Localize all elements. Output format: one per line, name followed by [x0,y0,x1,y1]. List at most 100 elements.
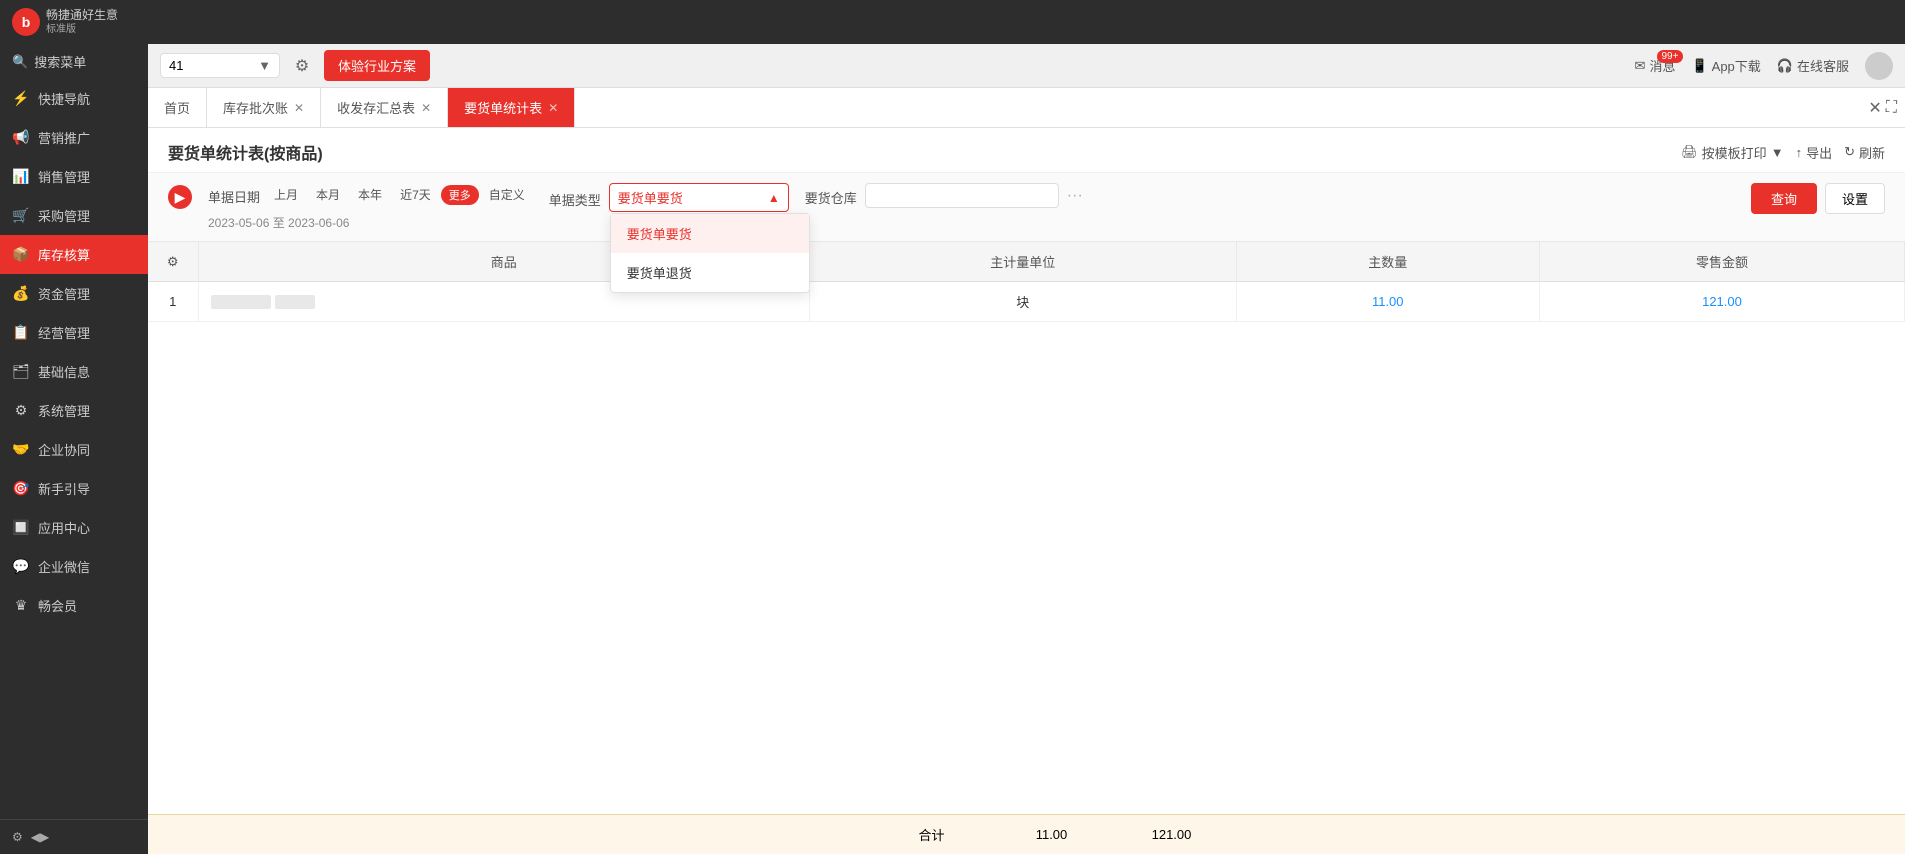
trial-button[interactable]: 体验行业方案 [324,50,430,81]
sidebar-item-label: 基础信息 [38,362,90,381]
user-avatar[interactable] [1865,52,1893,80]
online-service-label: 在线客服 [1797,56,1849,75]
sidebar-item-finance[interactable]: 💰 资金管理 [0,274,148,313]
store-selector[interactable]: 41 ▼ [160,53,280,78]
table-footer: 合计 11.00 121.00 [148,814,1905,854]
tab-expand-icon[interactable]: ⛶ [1886,99,1897,117]
search-icon: 🔍 [12,54,28,70]
sidebar-item-enterprise-coop[interactable]: 🤝 企业协同 [0,430,148,469]
col-amount-header: 零售金额 [1539,242,1904,282]
sidebar-item-label: 经营管理 [38,323,90,342]
type-dropdown: 要货单要货 要货单退货 [610,213,810,293]
cell-quantity: 11.00 [1236,282,1539,322]
sidebar-search[interactable]: 🔍 搜索菜单 [0,44,148,79]
tab-close-receive-summary[interactable]: ✕ [421,101,431,115]
sidebar-item-operations[interactable]: 📋 经营管理 [0,313,148,352]
title-actions: 🖨 按模板打印 ▼ ↑ 导出 ↻ 刷新 [1681,143,1885,162]
sidebar-item-vip[interactable]: ♛ 畅会员 [0,586,148,625]
dropdown-item-return[interactable]: 要货单退货 [611,253,809,292]
sidebar-item-quick-nav[interactable]: ⚡ 快捷导航 [0,79,148,118]
sidebar-footer: ⚙ ◀▶ [0,819,148,854]
print-template-btn[interactable]: 🖨 按模板打印 ▼ [1681,143,1783,162]
collapse-icon[interactable]: ◀▶ [31,830,49,844]
sidebar-item-purchase[interactable]: 🛒 采购管理 [0,196,148,235]
marketing-icon: 📢 [12,129,30,147]
system-icon: ⚙ [12,402,30,420]
query-button[interactable]: 查询 [1751,183,1817,214]
data-table: ⚙ 商品 主计量单位 主数量 零售金额 1 [148,242,1905,322]
sidebar-item-marketing[interactable]: 📢 营销推广 [0,118,148,157]
custom-date-btn[interactable]: 自定义 [481,183,533,206]
sales-icon: 📊 [12,168,30,186]
tabs-right: ✕ ⛶ [1868,98,1905,118]
refresh-btn[interactable]: ↻ 刷新 [1844,143,1885,162]
dropdown-item-requisition[interactable]: 要货单要货 [611,214,809,253]
sidebar-item-basic-info[interactable]: 🗂 基础信息 [0,352,148,391]
tab-requisition-stats[interactable]: 要货单统计表 ✕ [448,88,575,127]
export-btn[interactable]: ↑ 导出 [1796,143,1833,162]
settings-button[interactable]: 设置 [1825,183,1885,214]
tab-inventory-batch[interactable]: 库存批次账 ✕ [207,88,321,127]
inventory-icon: 📦 [12,246,30,264]
second-header: 41 ▼ ⚙ 体验行业方案 ✉ 消息 99+ 📱 App下载 🎧 在线客服 [148,44,1905,88]
enterprise-coop-icon: 🤝 [12,441,30,459]
total-label: 合计 [918,828,944,843]
last-month-btn[interactable]: 上月 [266,183,306,206]
tab-close-requisition-stats[interactable]: ✕ [548,101,558,115]
sidebar-item-label: 资金管理 [38,284,90,303]
basic-info-icon: 🗂 [12,363,30,381]
filter-action-btns: 查询 设置 [1751,183,1885,214]
messages-btn[interactable]: ✉ 消息 99+ [1635,56,1676,75]
product-placeholder-1 [211,295,271,309]
type-filter-group: 单据类型 要货单要货 ▲ 要货单要货 要货单退货 [549,183,789,212]
sidebar-item-new-guide[interactable]: 🎯 新手引导 [0,469,148,508]
sidebar-item-label: 营销推广 [38,128,90,147]
warehouse-filter-group: 要货仓库 ··· [805,183,1083,208]
footer-quantity: 11.00 [992,827,1112,842]
sidebar: 🔍 搜索菜单 ⚡ 快捷导航 📢 营销推广 📊 销售管理 🛒 采购管理 📦 库存核… [0,44,148,854]
sidebar-item-inventory[interactable]: 📦 库存核算 [0,235,148,274]
sidebar-item-enterprise-wechat[interactable]: 💬 企业微信 [0,547,148,586]
quantity-link[interactable]: 11.00 [1372,294,1404,309]
main-layout: 🔍 搜索菜单 ⚡ 快捷导航 📢 营销推广 📊 销售管理 🛒 采购管理 📦 库存核… [0,44,1905,854]
tabs-bar: 首页 库存批次账 ✕ 收发存汇总表 ✕ 要货单统计表 ✕ ✕ ⛶ [148,88,1905,128]
settings-icon[interactable]: ⚙ [12,830,23,844]
page-title: 要货单统计表(按商品) [168,140,323,164]
new-guide-icon: 🎯 [12,480,30,498]
tab-receive-summary[interactable]: 收发存汇总表 ✕ [321,88,448,127]
tab-inventory-batch-label: 库存批次账 [223,98,288,117]
toolbar-gear-icon[interactable]: ⚙ [288,52,316,80]
sidebar-item-app-center[interactable]: 🔲 应用中心 [0,508,148,547]
total-quantity: 11.00 [1036,827,1068,842]
type-selector-value: 要货单要货 [618,188,683,207]
filter-expand-btn[interactable]: ▶ [168,185,192,209]
sidebar-item-sales[interactable]: 📊 销售管理 [0,157,148,196]
tab-close-all-icon[interactable]: ✕ [1868,98,1881,118]
amount-link[interactable]: 121.00 [1702,294,1742,309]
sidebar-search-label: 搜索菜单 [34,52,86,71]
this-year-btn[interactable]: 本年 [350,183,390,206]
print-arrow-icon: ▼ [1771,145,1784,160]
tab-home[interactable]: 首页 [148,88,207,127]
type-selector[interactable]: 要货单要货 ▲ 要货单要货 要货单退货 [609,183,789,212]
app-download-btn[interactable]: 📱 App下载 [1691,56,1760,75]
messages-badge: 99+ [1657,50,1684,63]
more-dates-btn[interactable]: 更多 [441,185,479,205]
footer-label: 合计 [872,825,992,844]
page-content: 要货单统计表(按商品) 🖨 按模板打印 ▼ ↑ 导出 ↻ 刷新 [148,128,1905,854]
enterprise-wechat-icon: 💬 [12,558,30,576]
warehouse-more-icon[interactable]: ··· [1067,187,1083,205]
col-gear-icon[interactable]: ⚙ [167,254,179,269]
online-service-btn[interactable]: 🎧 在线客服 [1777,56,1849,75]
last-7-days-btn[interactable]: 近7天 [392,183,439,206]
total-amount: 121.00 [1152,827,1192,842]
this-month-btn[interactable]: 本月 [308,183,348,206]
page-title-bar: 要货单统计表(按商品) 🖨 按模板打印 ▼ ↑ 导出 ↻ 刷新 [148,128,1905,173]
type-filter-label: 单据类型 [549,186,601,209]
app-center-icon: 🔲 [12,519,30,537]
sidebar-item-system[interactable]: ⚙ 系统管理 [0,391,148,430]
cell-amount: 121.00 [1539,282,1904,322]
warehouse-input[interactable] [865,183,1059,208]
tab-close-inventory-batch[interactable]: ✕ [294,101,304,115]
date-range-display: 2023-05-06 至 2023-06-06 [208,214,533,231]
